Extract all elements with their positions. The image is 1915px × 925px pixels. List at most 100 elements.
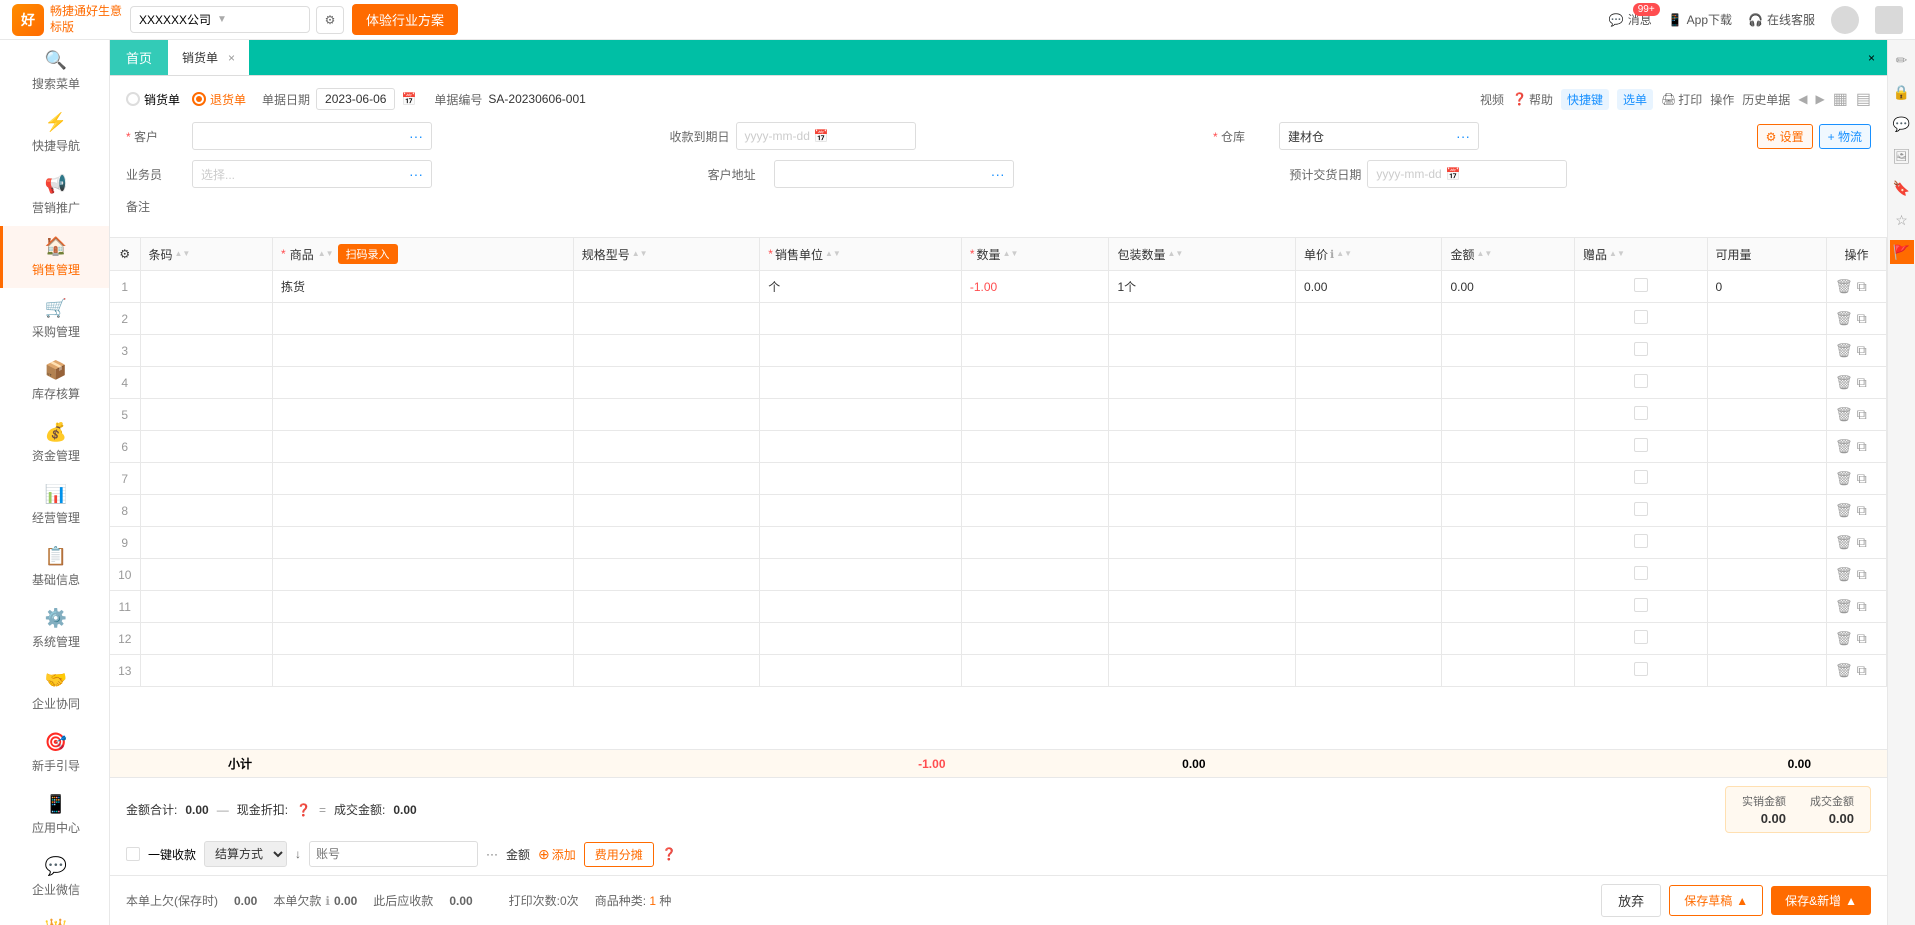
sidebar-item-operations[interactable]: 📊 经营管理: [0, 474, 109, 536]
cell-unit[interactable]: 个: [760, 271, 962, 303]
cell-unit[interactable]: [760, 591, 962, 623]
delete-row-btn[interactable]: 🗑: [1835, 406, 1853, 423]
copy-row-btn[interactable]: ⧉: [1857, 310, 1867, 327]
radio-return-order[interactable]: 退货单: [192, 91, 246, 108]
cell-pack-qty[interactable]: [1109, 591, 1296, 623]
table-row[interactable]: 2 🗑 ⧉: [110, 303, 1887, 335]
operate-link[interactable]: 操作: [1710, 91, 1734, 108]
cell-product[interactable]: [273, 591, 574, 623]
due-date-calendar-icon[interactable]: 📅: [814, 129, 829, 143]
cell-spec[interactable]: [573, 303, 760, 335]
table-row[interactable]: 13 🗑 ⧉: [110, 655, 1887, 687]
cell-product[interactable]: 拣货: [273, 271, 574, 303]
cell-gift[interactable]: [1575, 399, 1708, 431]
cell-pack-qty[interactable]: [1109, 495, 1296, 527]
cell-barcode[interactable]: [140, 527, 273, 559]
delete-row-btn[interactable]: 🗑: [1835, 470, 1853, 487]
sort-pack-qty[interactable]: ▲▼: [1167, 250, 1183, 258]
cell-spec[interactable]: [573, 431, 760, 463]
delete-row-btn[interactable]: 🗑: [1835, 438, 1853, 455]
cell-pack-qty[interactable]: [1109, 303, 1296, 335]
sort-spec[interactable]: ▲▼: [632, 250, 648, 258]
sidebar-item-search[interactable]: 🔍 搜索菜单: [0, 40, 109, 102]
sidebar-item-appstore[interactable]: 📱 应用中心: [0, 784, 109, 846]
cell-barcode[interactable]: [140, 591, 273, 623]
table-row[interactable]: 7 🗑 ⧉: [110, 463, 1887, 495]
cell-price[interactable]: [1296, 335, 1442, 367]
delete-row-btn[interactable]: 🗑: [1835, 342, 1853, 359]
cell-price[interactable]: [1296, 303, 1442, 335]
cell-amount[interactable]: [1442, 623, 1575, 655]
cell-gift[interactable]: [1575, 655, 1708, 687]
cell-pack-qty[interactable]: [1109, 463, 1296, 495]
cell-gift[interactable]: [1575, 559, 1708, 591]
cell-spec[interactable]: [573, 655, 760, 687]
sidebar-item-system[interactable]: ⚙️ 系统管理: [0, 598, 109, 660]
cell-amount[interactable]: [1442, 367, 1575, 399]
rp-lock-btn[interactable]: 🔒: [1890, 80, 1914, 104]
cell-gift[interactable]: [1575, 367, 1708, 399]
delete-row-btn[interactable]: 🗑: [1835, 598, 1853, 615]
shortcuts-link[interactable]: 快捷键: [1561, 89, 1609, 110]
cell-barcode[interactable]: [140, 495, 273, 527]
cell-amount[interactable]: [1442, 559, 1575, 591]
sort-gift[interactable]: ▲▼: [1609, 250, 1625, 258]
cell-product[interactable]: [273, 527, 574, 559]
cell-unit[interactable]: [760, 399, 962, 431]
cell-spec[interactable]: [573, 559, 760, 591]
cell-qty[interactable]: [961, 303, 1109, 335]
expected-date-input[interactable]: yyyy-mm-dd 📅: [1367, 160, 1567, 188]
message-btn[interactable]: 💬 消息 99+: [1609, 11, 1652, 28]
sort-product[interactable]: ▲▼: [318, 250, 334, 258]
account-input[interactable]: [309, 841, 478, 867]
cell-price[interactable]: [1296, 463, 1442, 495]
radio-sale-order[interactable]: 销货单: [126, 91, 180, 108]
table-row[interactable]: 1 拣货 个 -1.00 1个 0.00 0.00 0 🗑 ⧉: [110, 271, 1887, 303]
copy-row-btn[interactable]: ⧉: [1857, 630, 1867, 647]
doc-date[interactable]: 2023-06-06: [316, 88, 395, 110]
sort-price[interactable]: ▲▼: [1336, 250, 1352, 258]
cell-barcode[interactable]: [140, 431, 273, 463]
cell-pack-qty[interactable]: [1109, 527, 1296, 559]
rp-star-btn[interactable]: ☆: [1890, 208, 1914, 232]
add-payment-btn[interactable]: ⊕ 添加: [538, 846, 576, 863]
cell-spec[interactable]: [573, 495, 760, 527]
cell-gift[interactable]: [1575, 591, 1708, 623]
cell-product[interactable]: [273, 335, 574, 367]
cell-pack-qty[interactable]: [1109, 559, 1296, 591]
avatar[interactable]: [1831, 6, 1859, 34]
cell-product[interactable]: [273, 399, 574, 431]
history-link[interactable]: 历史单据: [1742, 91, 1790, 108]
help-link[interactable]: ❓帮助: [1512, 91, 1553, 108]
cell-qty[interactable]: [961, 623, 1109, 655]
cell-price[interactable]: [1296, 367, 1442, 399]
nav-right-icon[interactable]: ▶: [1816, 92, 1825, 106]
this-doc-balance-info[interactable]: 本单欠款 ℹ 0.00: [273, 892, 357, 909]
cell-spec[interactable]: [573, 527, 760, 559]
cell-pack-qty[interactable]: [1109, 623, 1296, 655]
cell-unit[interactable]: [760, 335, 962, 367]
delete-row-btn[interactable]: 🗑: [1835, 374, 1853, 391]
cell-amount[interactable]: [1442, 335, 1575, 367]
save-draft-button[interactable]: 保存草稿 ▲: [1669, 885, 1763, 916]
calendar-icon[interactable]: 📅: [401, 92, 416, 106]
settings-form-btn[interactable]: ⚙ 设置: [1757, 124, 1813, 149]
cell-gift[interactable]: [1575, 463, 1708, 495]
sidebar-item-purchase[interactable]: 🛒 采购管理: [0, 288, 109, 350]
cell-price[interactable]: [1296, 431, 1442, 463]
cell-gift[interactable]: [1575, 527, 1708, 559]
nav-left-icon[interactable]: ◀: [1798, 92, 1807, 106]
expense-help-icon[interactable]: ❓: [662, 847, 677, 861]
cell-gift[interactable]: [1575, 623, 1708, 655]
sidebar-item-enterprise[interactable]: 🤝 企业协同: [0, 660, 109, 722]
cell-gift[interactable]: [1575, 271, 1708, 303]
sort-amount[interactable]: ▲▼: [1477, 250, 1493, 258]
logistics-btn[interactable]: + 物流: [1819, 124, 1871, 149]
cell-product[interactable]: [273, 303, 574, 335]
cell-price[interactable]: [1296, 559, 1442, 591]
cell-gift[interactable]: [1575, 303, 1708, 335]
cell-barcode[interactable]: [140, 303, 273, 335]
cell-unit[interactable]: [760, 303, 962, 335]
cell-pack-qty[interactable]: [1109, 431, 1296, 463]
discount-help-icon[interactable]: ❓: [296, 803, 311, 817]
